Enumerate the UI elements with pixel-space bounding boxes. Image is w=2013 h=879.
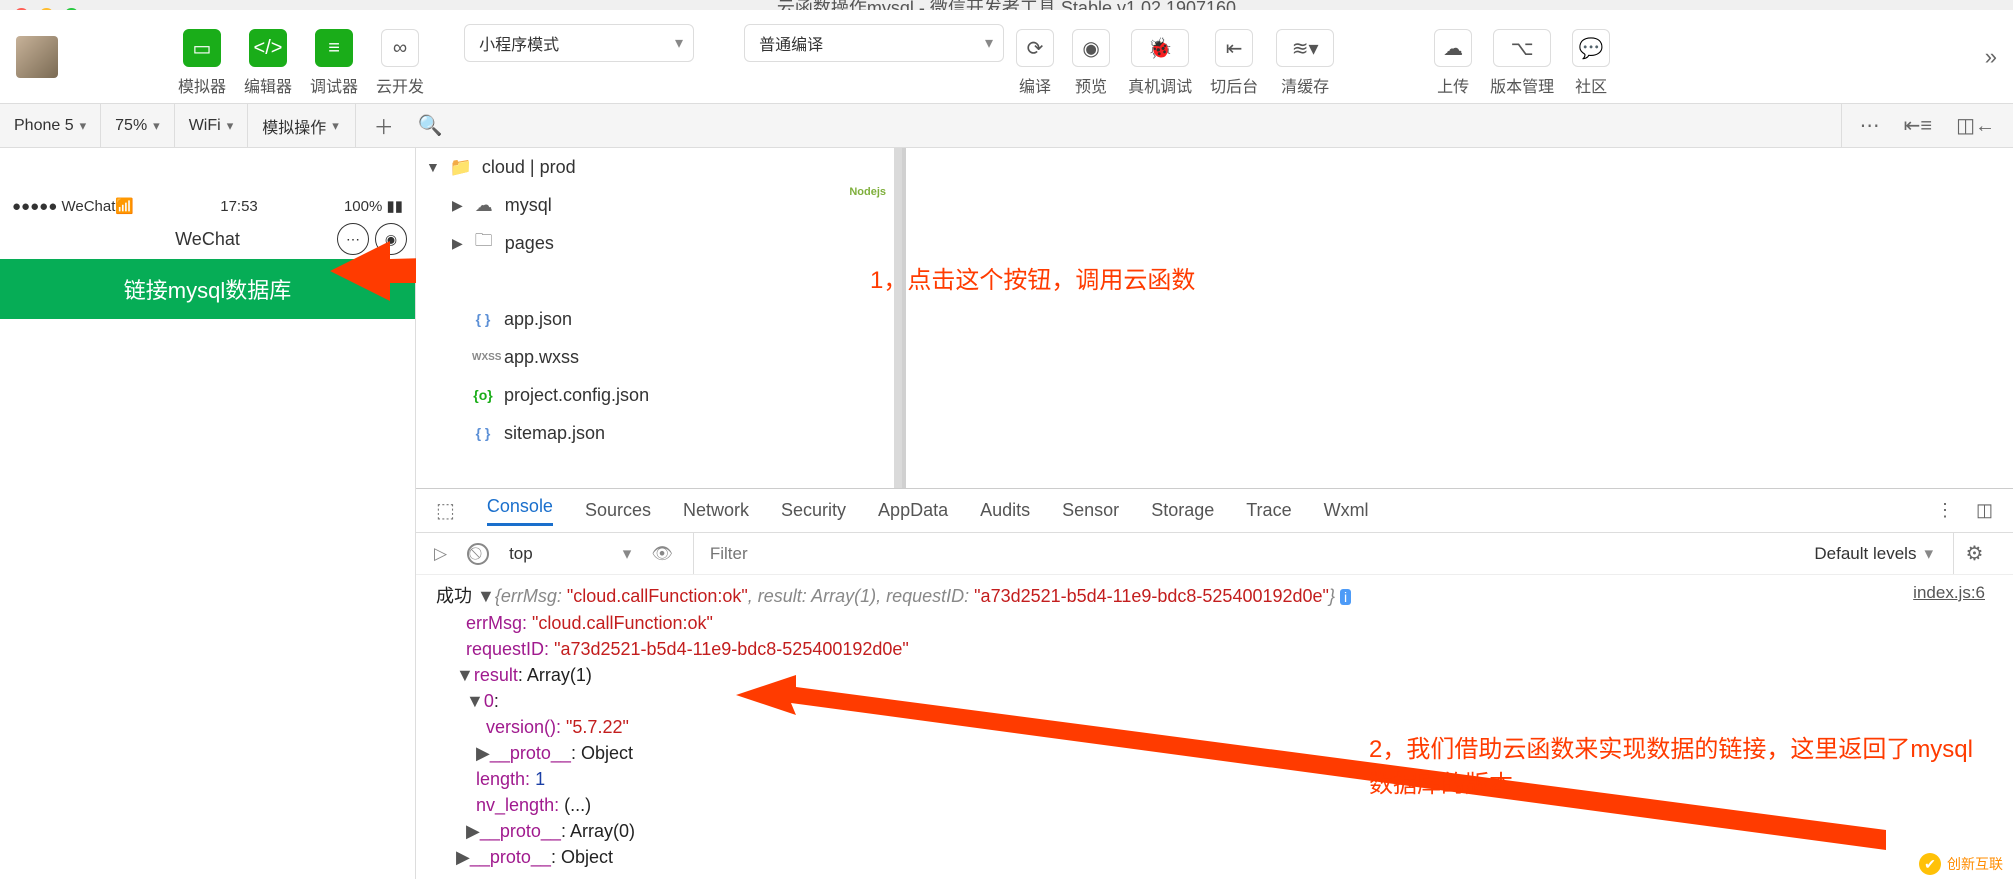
- tree-file-sitemap[interactable]: { }sitemap.json: [416, 414, 902, 452]
- compile-button[interactable]: ⟳编译: [1016, 29, 1054, 97]
- tree-file-app-wxss[interactable]: WXSSapp.wxss: [416, 338, 902, 376]
- sim-nav-bar: WeChat ⋯ ◉: [0, 219, 415, 259]
- debugger-toggle[interactable]: ≡调试器: [310, 29, 358, 97]
- watermark: ✔创新互联: [1919, 853, 2003, 875]
- tab-wxml[interactable]: Wxml: [1324, 500, 1369, 521]
- annotation-1: 1，点击这个按钮，调用云函数: [870, 260, 1195, 295]
- tab-network[interactable]: Network: [683, 500, 749, 521]
- simulator-toggle[interactable]: ▭模拟器: [178, 29, 226, 97]
- tab-security[interactable]: Security: [781, 500, 846, 521]
- remote-debug-button[interactable]: 🐞真机调试: [1128, 29, 1192, 97]
- background-button[interactable]: ⇤切后台: [1210, 29, 1258, 97]
- device-select[interactable]: Phone 5: [0, 104, 101, 147]
- titlebar: 云函数操作mysql - 微信开发者工具 Stable v1.02.190716…: [0, 0, 2013, 10]
- sim-close-icon[interactable]: ◉: [375, 223, 407, 255]
- tab-sources[interactable]: Sources: [585, 500, 651, 521]
- simulator-panel: ●●●●● WeChat📶 17:53 100% ▮▮ WeChat ⋯ ◉ 链…: [0, 148, 416, 879]
- touch-mode-select[interactable]: 模拟操作: [248, 104, 353, 147]
- zoom-select[interactable]: 75%: [101, 104, 175, 147]
- project-avatar[interactable]: [16, 36, 58, 78]
- preview-button[interactable]: ◉预览: [1072, 29, 1110, 97]
- tree-file-app-json[interactable]: { }app.json: [416, 300, 902, 338]
- play-icon[interactable]: ▷: [434, 544, 447, 564]
- tab-sensor[interactable]: Sensor: [1062, 500, 1119, 521]
- add-tab-icon[interactable]: ＋: [374, 111, 394, 140]
- file-explorer: ▼📁cloud | prod ▶☁mysqlNodejs ▶🗀pages { }…: [416, 148, 906, 488]
- toolbar-overflow-icon[interactable]: »: [1985, 44, 1997, 70]
- filter-input[interactable]: [693, 533, 1053, 574]
- indent-icon[interactable]: ⇤≡: [1904, 113, 1932, 138]
- more-icon[interactable]: ⋯: [1860, 113, 1880, 138]
- context-select[interactable]: top: [509, 544, 631, 564]
- editor-toggle[interactable]: </>编辑器: [244, 29, 292, 97]
- tab-audits[interactable]: Audits: [980, 500, 1030, 521]
- tab-appdata[interactable]: AppData: [878, 500, 948, 521]
- eye-icon[interactable]: 👁: [651, 544, 673, 564]
- sim-menu-icon[interactable]: ⋯: [337, 223, 369, 255]
- element-picker-icon[interactable]: ⬚: [436, 498, 455, 523]
- network-select[interactable]: WiFi: [175, 104, 249, 147]
- sim-status-bar: ●●●●● WeChat📶 17:53 100% ▮▮: [0, 193, 415, 219]
- connect-mysql-button[interactable]: 链接mysql数据库: [0, 259, 415, 319]
- console-filter-bar: ▷ ⃠ top 👁 Default levels ⚙: [416, 533, 2013, 575]
- clear-console-icon[interactable]: ⃠: [467, 543, 489, 565]
- clear-cache-button[interactable]: ≋▾清缓存: [1276, 29, 1334, 97]
- sub-toolbar: Phone 5 75% WiFi 模拟操作 ＋ 🔍 ⋯ ⇤≡ ◫←: [0, 104, 2013, 148]
- devtools: ⬚ Console Sources Network Security AppDa…: [416, 488, 2013, 879]
- mode-select[interactable]: 小程序模式: [464, 24, 694, 62]
- tree-folder-pages[interactable]: ▶🗀pages: [416, 224, 902, 262]
- nodejs-badge-icon: Nodejs: [849, 186, 886, 198]
- console-settings-icon[interactable]: ⚙: [1953, 533, 1995, 574]
- version-button[interactable]: ⌥版本管理: [1490, 29, 1554, 97]
- split-icon[interactable]: ◫←: [1956, 113, 1995, 138]
- devtools-tabs: ⬚ Console Sources Network Security AppDa…: [416, 489, 2013, 533]
- tree-root[interactable]: ▼📁cloud | prod: [416, 148, 902, 186]
- upload-button[interactable]: ☁上传: [1434, 29, 1472, 97]
- source-link[interactable]: index.js:6: [1913, 583, 1985, 603]
- devtools-dock-icon[interactable]: ◫: [1976, 500, 1993, 521]
- editor-area: [906, 148, 2013, 488]
- console-output: index.js:6 成功 ▼{errMsg: "cloud.callFunct…: [416, 575, 2013, 879]
- cloud-dev-button[interactable]: ∞云开发: [376, 29, 424, 97]
- community-button[interactable]: 💬社区: [1572, 29, 1610, 97]
- annotation-2: 2，我们借助云函数来实现数据的链接，这里返回了mysql 数据库的版本: [1369, 729, 1973, 799]
- tab-trace[interactable]: Trace: [1246, 500, 1291, 521]
- compile-condition-select[interactable]: 普通编译: [744, 24, 1004, 62]
- search-icon[interactable]: 🔍: [418, 113, 443, 138]
- tree-folder-mysql[interactable]: ▶☁mysqlNodejs: [416, 186, 902, 224]
- devtools-more-icon[interactable]: ⋮: [1936, 500, 1954, 521]
- tab-storage[interactable]: Storage: [1151, 500, 1214, 521]
- log-levels-select[interactable]: Default levels: [1814, 544, 1933, 564]
- main-toolbar: ▭模拟器 </>编辑器 ≡调试器 ∞云开发 小程序模式 普通编译 ⟳编译 ◉预览…: [0, 10, 2013, 104]
- tree-file-project-config[interactable]: {o}project.config.json: [416, 376, 902, 414]
- tab-console[interactable]: Console: [487, 496, 553, 526]
